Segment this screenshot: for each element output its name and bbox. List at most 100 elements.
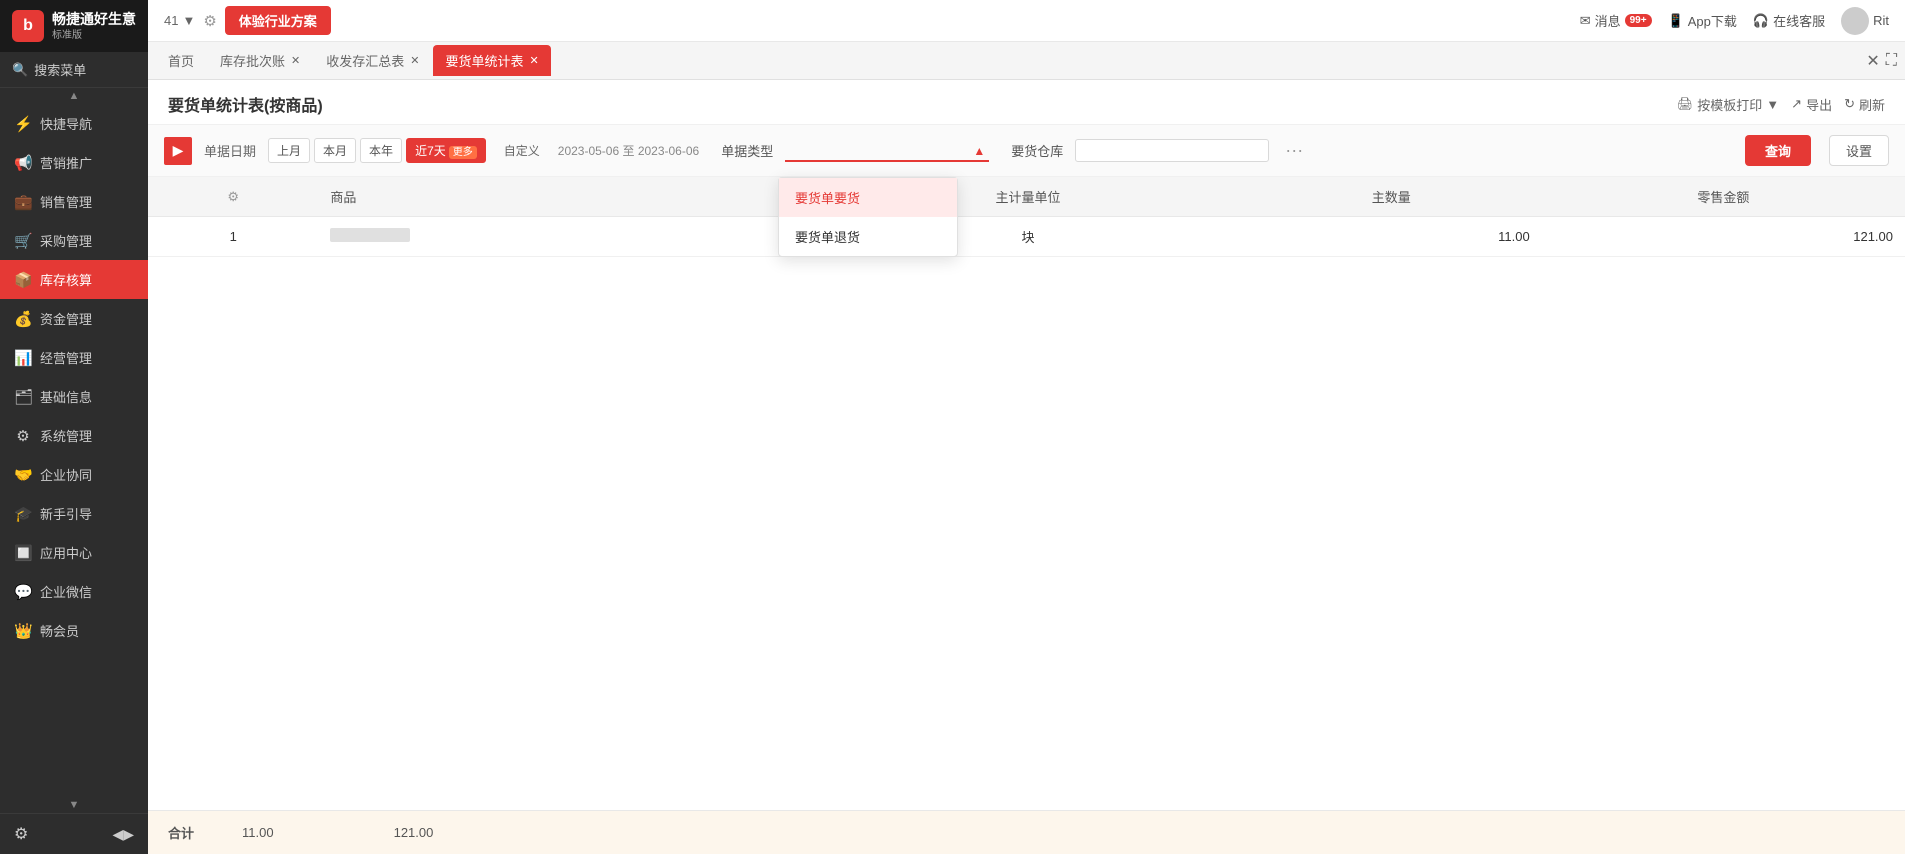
sidebar-item-vip[interactable]: 👑畅会员 [0, 611, 148, 650]
app-logo: b 畅捷通好生意 标准版 [0, 0, 148, 52]
messages-item[interactable]: ✉ 消息 99+ [1580, 11, 1652, 30]
settings-btn[interactable]: 设置 [1829, 135, 1889, 166]
sidebar-scroll-down[interactable]: ▼ [0, 797, 148, 813]
sidebar-item-guide[interactable]: 🎓新手引导 [0, 494, 148, 533]
brand-version: 标准版 [52, 29, 136, 42]
refresh-action[interactable]: ↻ 刷新 [1844, 95, 1885, 114]
export-action[interactable]: ↗ 导出 [1791, 95, 1832, 114]
tab-home[interactable]: 首页 [156, 45, 206, 76]
print-label: 按模板打印 [1697, 95, 1762, 114]
total-label: 合计 [168, 823, 194, 842]
sidebar-item-system[interactable]: ⚙系统管理 [0, 416, 148, 455]
sidebar-item-basic-info[interactable]: 🗂 基础信息 [0, 377, 148, 416]
more-filters-btn[interactable]: ··· [1281, 140, 1307, 161]
search-icon: 🔍 [12, 62, 28, 78]
print-action[interactable]: 🖨 按模板打印 ▼ [1677, 95, 1779, 114]
store-dropdown-icon: ▼ [182, 13, 195, 28]
date-custom-btn[interactable]: 自定义 [498, 139, 546, 162]
sidebar-label-operations: 经营管理 [40, 348, 92, 367]
online-service-label: 在线客服 [1773, 11, 1825, 30]
quick-nav-icon: ⚡ [14, 115, 32, 133]
main-area: 41 ▼ ⚙ 体验行业方案 ✉ 消息 99+ 📱 App下载 🎧 在线客服 R [148, 0, 1905, 854]
purchase-icon: 🛒 [14, 232, 32, 250]
warehouse-input[interactable] [1075, 139, 1269, 162]
tabs-bar: 首页库存批次账✕收发存汇总表✕要货单统计表✕ ✕ ⛶ [148, 42, 1905, 80]
sidebar-item-sales[interactable]: 💼销售管理 [0, 182, 148, 221]
user-avatar-item[interactable]: Rit [1841, 7, 1889, 35]
sidebar-item-quick-nav[interactable]: ⚡ 快捷导航 [0, 104, 148, 143]
sidebar-item-operations[interactable]: 📊经营管理 [0, 338, 148, 377]
guide-icon: 🎓 [14, 505, 32, 523]
sidebar-item-app-center[interactable]: 🔲 应用中心 [0, 533, 148, 572]
filter-expand-btn[interactable]: ▶ [164, 137, 192, 165]
sidebar-label-quick-nav: 快捷导航 [40, 114, 92, 133]
sidebar-item-purchase[interactable]: 🛒采购管理 [0, 221, 148, 260]
collapse-btn[interactable]: ◀▶ [112, 826, 134, 843]
trial-btn[interactable]: 体验行业方案 [225, 6, 331, 35]
avatar [1841, 7, 1869, 35]
sidebar-label-app-center: 应用中心 [40, 543, 92, 562]
settings-icon[interactable]: ⚙ [14, 824, 28, 844]
date-range-display: 2023-05-06 至 2023-06-06 [558, 142, 699, 159]
message-icon: ✉ [1580, 13, 1591, 29]
date-btn-this-month[interactable]: 本月 [314, 138, 356, 163]
sidebar-label-sales: 销售管理 [40, 192, 92, 211]
tab-close-all-icon[interactable]: ✕ [1866, 51, 1879, 71]
tab-label-order-stats: 要货单统计表 [445, 51, 523, 70]
store-selector[interactable]: 41 ▼ [164, 13, 195, 28]
page-content: 要货单统计表(按商品) 🖨 按模板打印 ▼ ↗ 导出 ↻ 刷新 ▶ [148, 80, 1905, 854]
date-btn-last-7[interactable]: 近7天更多 [406, 138, 486, 163]
phone-icon: 📱 [1668, 13, 1684, 29]
date-shortcuts: 上月本月本年近7天更多 [268, 138, 486, 163]
sidebar-item-marketing[interactable]: 📢营销推广 [0, 143, 148, 182]
export-icon: ↗ [1791, 96, 1802, 112]
type-dropdown: 要货单要货要货单退货 [778, 177, 958, 257]
messages-label: 消息 [1595, 11, 1621, 30]
total-nums: 11.00 121.00 [242, 825, 433, 840]
type-input[interactable] [785, 139, 989, 162]
app-download-label: App下载 [1688, 11, 1737, 30]
app-download-item[interactable]: 📱 App下载 [1668, 11, 1737, 30]
type-dropdown-icon[interactable]: ▲ [973, 144, 985, 158]
sidebar-item-finance[interactable]: 💰资金管理 [0, 299, 148, 338]
total-qty: 11.00 [242, 825, 274, 840]
product-placeholder [330, 228, 410, 242]
page-actions: 🖨 按模板打印 ▼ ↗ 导出 ↻ 刷新 [1677, 95, 1885, 114]
basic-info-icon: 🗂 [14, 388, 32, 406]
table-footer: 合计 11.00 121.00 [148, 810, 1905, 854]
tab-label-home: 首页 [168, 51, 194, 70]
sidebar-item-enterprise[interactable]: 🤝企业协同 [0, 455, 148, 494]
sidebar-label-finance: 资金管理 [40, 309, 92, 328]
tab-close-inventory-batch[interactable]: ✕ [291, 54, 300, 67]
date-btn-this-year[interactable]: 本年 [360, 138, 402, 163]
query-btn[interactable]: 查询 [1745, 135, 1811, 166]
header-right: ✉ 消息 99+ 📱 App下载 🎧 在线客服 Rit [1580, 7, 1889, 35]
col-settings[interactable]: ⚙ [148, 177, 318, 217]
app-center-icon: 🔲 [14, 544, 32, 562]
tab-close-order-stats[interactable]: ✕ [530, 54, 539, 67]
print-dropdown-icon: ▼ [1766, 97, 1779, 112]
warehouse-label: 要货仓库 [1011, 141, 1063, 160]
tab-close-collect-send[interactable]: ✕ [410, 54, 419, 67]
settings-gear-icon[interactable]: ⚙ [203, 12, 216, 30]
tab-fullscreen-icon[interactable]: ⛶ [1886, 52, 1897, 70]
dropdown-item-order-goods[interactable]: 要货单要货 [779, 178, 957, 217]
tab-collect-send[interactable]: 收发存汇总表✕ [314, 45, 431, 76]
dropdown-item-order-return[interactable]: 要货单退货 [779, 217, 957, 256]
cell-num-0: 1 [148, 217, 318, 257]
tab-order-stats[interactable]: 要货单统计表 ✕ [433, 45, 550, 76]
search-menu[interactable]: 🔍 搜索菜单 [0, 52, 148, 88]
search-label: 搜索菜单 [34, 60, 86, 79]
type-input-wrap: ▲ [785, 139, 989, 162]
messages-badge: 99+ [1625, 14, 1652, 27]
sidebar-item-wechat[interactable]: 💬企业微信 [0, 572, 148, 611]
sidebar-item-inventory[interactable]: 📦库存核算 [0, 260, 148, 299]
online-service-item[interactable]: 🎧 在线客服 [1753, 11, 1825, 30]
date-btn-last-month[interactable]: 上月 [268, 138, 310, 163]
export-label: 导出 [1806, 95, 1832, 114]
sidebar-label-basic-info: 基础信息 [40, 387, 92, 406]
store-number: 41 [164, 13, 178, 28]
sidebar-scroll-up[interactable]: ▲ [0, 88, 148, 104]
tab-label-inventory-batch: 库存批次账 [220, 51, 285, 70]
tab-inventory-batch[interactable]: 库存批次账 ✕ [208, 45, 312, 76]
